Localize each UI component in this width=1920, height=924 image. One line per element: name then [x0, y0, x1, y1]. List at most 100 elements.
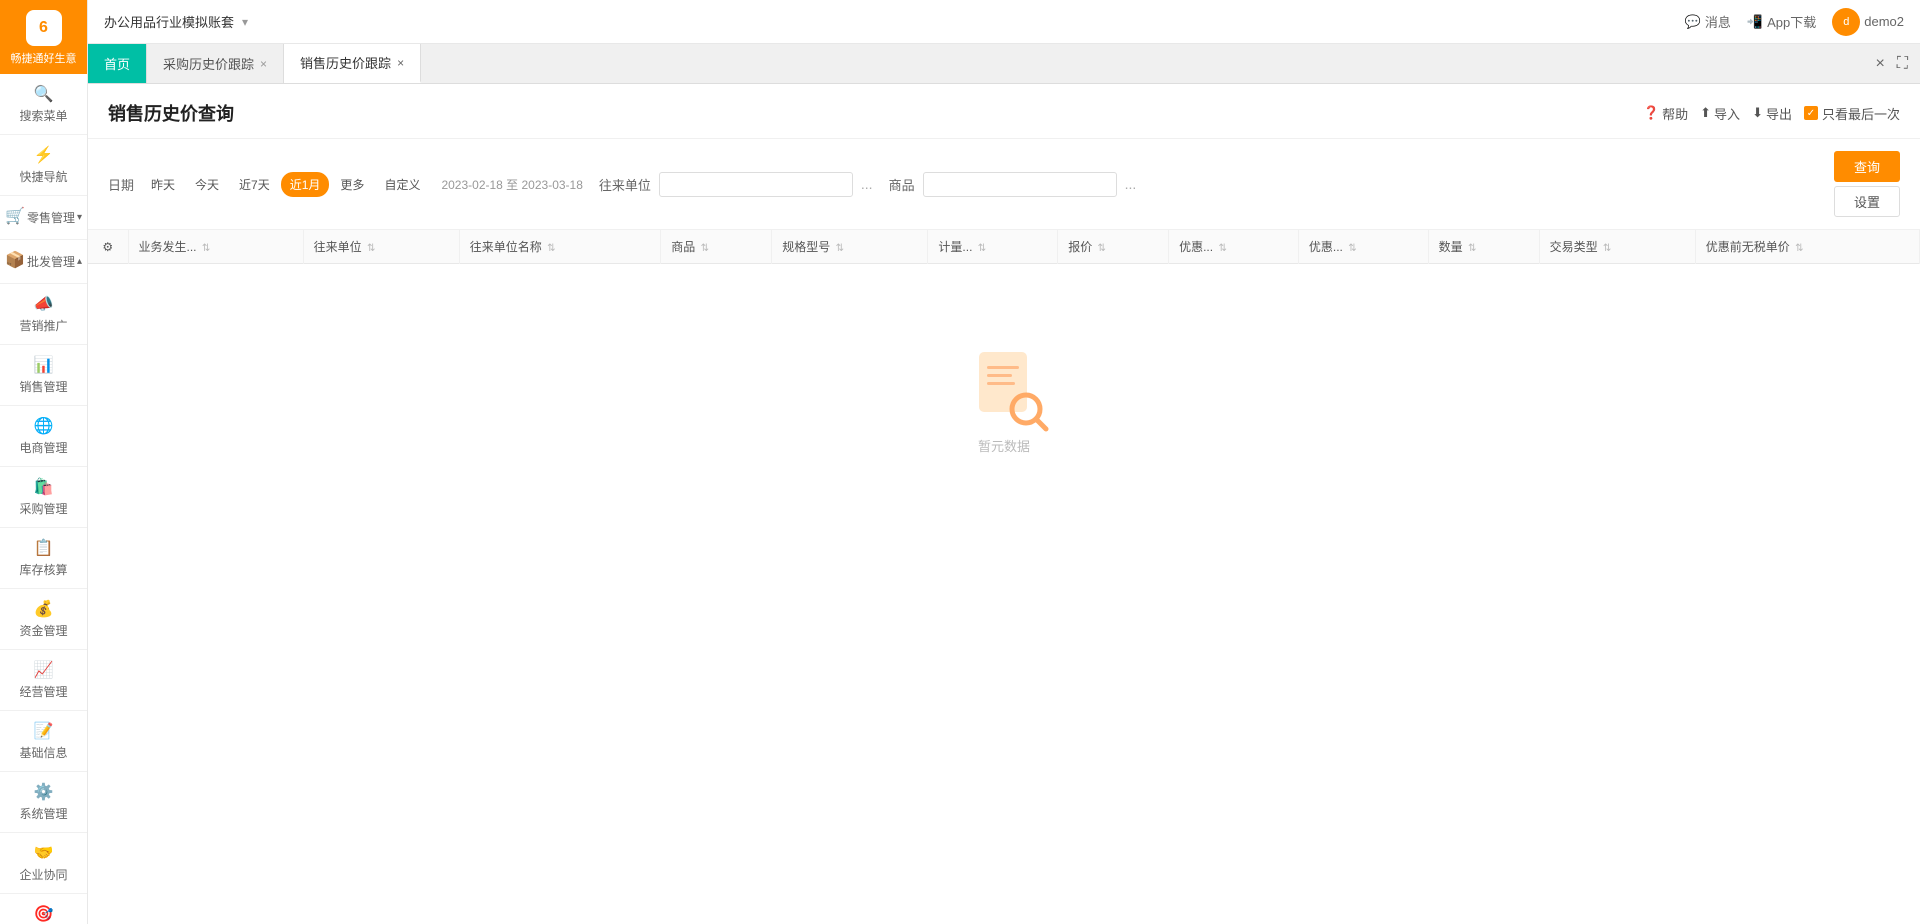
sidebar-item-label: 采购管理 — [19, 500, 67, 517]
content-area: 销售历史价查询 ❓ 帮助 ⬆ 导入 ⬇ 导出 ✓ 只看最后一次 — [88, 84, 1920, 924]
sidebar-item-purchase[interactable]: 🛍️ 采购管理 — [0, 467, 87, 528]
export-label: 导出 — [1766, 104, 1792, 123]
import-button[interactable]: ⬆ 导入 — [1700, 104, 1740, 123]
close-sales-tab-button[interactable]: × — [397, 56, 404, 70]
table-col-biz-date[interactable]: 业务发生... ⇅ — [128, 230, 303, 264]
table-col-discount1[interactable]: 优惠... ⇅ — [1169, 230, 1299, 264]
page-actions: ❓ 帮助 ⬆ 导入 ⬇ 导出 ✓ 只看最后一次 — [1643, 104, 1900, 123]
table-settings-col[interactable]: ⚙ — [88, 230, 128, 264]
partner-input[interactable] — [659, 172, 853, 197]
sidebar-item-sales-mgmt[interactable]: 📊 销售管理 — [0, 345, 87, 406]
enterprise-icon: 🤝 — [34, 843, 54, 863]
sidebar-item-label: 零售管理 — [27, 209, 75, 226]
sidebar: 6 畅捷通好生意 🔍 搜索菜单 ⚡ 快捷导航 🛒 零售管理 ▾ 📦 批发管理 ▴… — [0, 0, 88, 924]
partner-filter-label: 往来单位 — [599, 175, 651, 194]
expand-tabs-button[interactable]: ⛶ — [1893, 51, 1912, 77]
page-title: 销售历史价查询 — [108, 100, 234, 126]
empty-svg-icon — [964, 344, 1054, 434]
sort-icon: ⇅ — [1603, 243, 1611, 254]
retail-icon: 🛒 — [5, 206, 25, 226]
messages-button[interactable]: 💬 消息 — [1685, 12, 1731, 31]
export-button[interactable]: ⬇ 导出 — [1752, 104, 1792, 123]
logo-icon: 6 — [26, 10, 62, 46]
sidebar-item-label: 经营管理 — [19, 683, 67, 700]
date-today-button[interactable]: 今天 — [186, 172, 228, 197]
only-last-checkbox[interactable]: ✓ 只看最后一次 — [1804, 104, 1900, 123]
sidebar-item-enterprise[interactable]: 🤝 企业协同 — [0, 833, 87, 894]
topbar-dropdown-icon[interactable]: ▾ — [242, 15, 248, 29]
date-filter-label: 日期 — [108, 175, 134, 194]
wholesale-icon: 📦 — [5, 250, 25, 270]
partner-dots-button[interactable]: ... — [861, 176, 873, 192]
empty-illustration — [964, 344, 1044, 424]
table-col-spec[interactable]: 规格型号 ⇅ — [772, 230, 928, 264]
system-icon: ⚙️ — [34, 782, 54, 802]
export-icon: ⬇ — [1752, 105, 1763, 121]
sidebar-item-system[interactable]: ⚙️ 系统管理 — [0, 772, 87, 833]
inventory-icon: 📋 — [34, 538, 54, 558]
sidebar-item-label: 搜索菜单 — [19, 107, 67, 124]
date-last7-button[interactable]: 近7天 — [230, 172, 279, 197]
sidebar-item-label: 企业协同 — [19, 866, 67, 883]
sidebar-item-inventory[interactable]: 📋 库存核算 — [0, 528, 87, 589]
close-all-tabs-button[interactable]: × — [1871, 51, 1888, 77]
table-col-discount2[interactable]: 优惠... ⇅ — [1298, 230, 1428, 264]
sidebar-item-label: 快捷导航 — [19, 168, 67, 185]
table-header-row: ⚙ 业务发生... ⇅ 往来单位 ⇅ 往来单位名称 ⇅ — [88, 230, 1920, 264]
sidebar-item-wholesale[interactable]: 📦 批发管理 ▴ — [0, 240, 87, 284]
sort-icon: ⇅ — [701, 243, 709, 254]
date-filter-group: 日期 昨天 今天 近7天 近1月 更多 自定义 2023-02-18 至 202… — [108, 172, 583, 197]
date-custom-button[interactable]: 自定义 — [375, 172, 429, 197]
user-profile[interactable]: d demo2 — [1832, 8, 1904, 36]
sort-icon: ⇅ — [1795, 243, 1803, 254]
table-col-trade-type[interactable]: 交易类型 ⇅ — [1539, 230, 1695, 264]
table-col-partner-name[interactable]: 往来单位名称 ⇅ — [459, 230, 661, 264]
table-col-quote[interactable]: 报价 ⇅ — [1058, 230, 1169, 264]
sidebar-item-guide[interactable]: 🎯 新手引导 — [0, 894, 87, 924]
sidebar-item-search-menu[interactable]: 🔍 搜索菜单 — [0, 74, 87, 135]
results-table: ⚙ 业务发生... ⇅ 往来单位 ⇅ 往来单位名称 ⇅ — [88, 230, 1920, 264]
date-more-button[interactable]: 更多 — [331, 172, 373, 197]
help-label: 帮助 — [1662, 104, 1688, 123]
sort-icon: ⇅ — [1218, 243, 1226, 254]
table-col-partner-code[interactable]: 往来单位 ⇅ — [303, 230, 459, 264]
guide-icon: 🎯 — [34, 904, 54, 924]
product-input[interactable] — [923, 172, 1117, 197]
table-col-product[interactable]: 商品 ⇅ — [661, 230, 772, 264]
close-purchase-tab-button[interactable]: × — [260, 57, 267, 71]
chevron-up-icon: ▴ — [77, 256, 82, 267]
sidebar-item-basic-info[interactable]: 📝 基础信息 — [0, 711, 87, 772]
table-col-unit[interactable]: 计量... ⇅ — [928, 230, 1058, 264]
tab-sales-history[interactable]: 销售历史价跟踪 × — [284, 44, 421, 83]
sidebar-item-ecommerce[interactable]: 🌐 电商管理 — [0, 406, 87, 467]
product-dots-button[interactable]: ... — [1125, 176, 1137, 192]
sidebar-item-retail[interactable]: 🛒 零售管理 ▾ — [0, 196, 87, 240]
sidebar-item-finance[interactable]: 💰 资金管理 — [0, 589, 87, 650]
sidebar-item-operations[interactable]: 📈 经营管理 — [0, 650, 87, 711]
query-button[interactable]: 查询 — [1834, 151, 1900, 182]
sidebar-item-marketing[interactable]: 📣 营销推广 — [0, 284, 87, 345]
sidebar-item-quick-nav[interactable]: ⚡ 快捷导航 — [0, 135, 87, 196]
logo-text: 畅捷通好生意 — [11, 50, 77, 66]
operations-icon: 📈 — [34, 660, 54, 680]
sidebar-item-label: 销售管理 — [19, 378, 67, 395]
marketing-icon: 📣 — [34, 294, 54, 314]
table-col-pre-tax-price[interactable]: 优惠前无税单价 ⇅ — [1695, 230, 1919, 264]
sales-icon: 📊 — [34, 355, 54, 375]
app-download-button[interactable]: 📲 App下载 — [1747, 12, 1816, 31]
download-icon: 📲 — [1747, 14, 1763, 30]
user-name: demo2 — [1864, 14, 1904, 29]
search-menu-icon: 🔍 — [34, 84, 54, 104]
help-button[interactable]: ❓ 帮助 — [1643, 104, 1688, 123]
date-yesterday-button[interactable]: 昨天 — [142, 172, 184, 197]
partner-filter-group: 往来单位 ... — [599, 172, 873, 197]
finance-icon: 💰 — [34, 599, 54, 619]
tab-purchase-history[interactable]: 采购历史价跟踪 × — [147, 44, 284, 83]
table-col-quantity[interactable]: 数量 ⇅ — [1428, 230, 1539, 264]
sort-icon: ⇅ — [1348, 243, 1356, 254]
date-last1m-button[interactable]: 近1月 — [281, 172, 330, 197]
date-range-display: 2023-02-18 至 2023-03-18 — [441, 176, 582, 193]
tab-sales-history-label: 销售历史价跟踪 — [300, 53, 391, 72]
settings-button[interactable]: 设置 — [1834, 186, 1900, 217]
tab-home[interactable]: 首页 — [88, 44, 147, 83]
